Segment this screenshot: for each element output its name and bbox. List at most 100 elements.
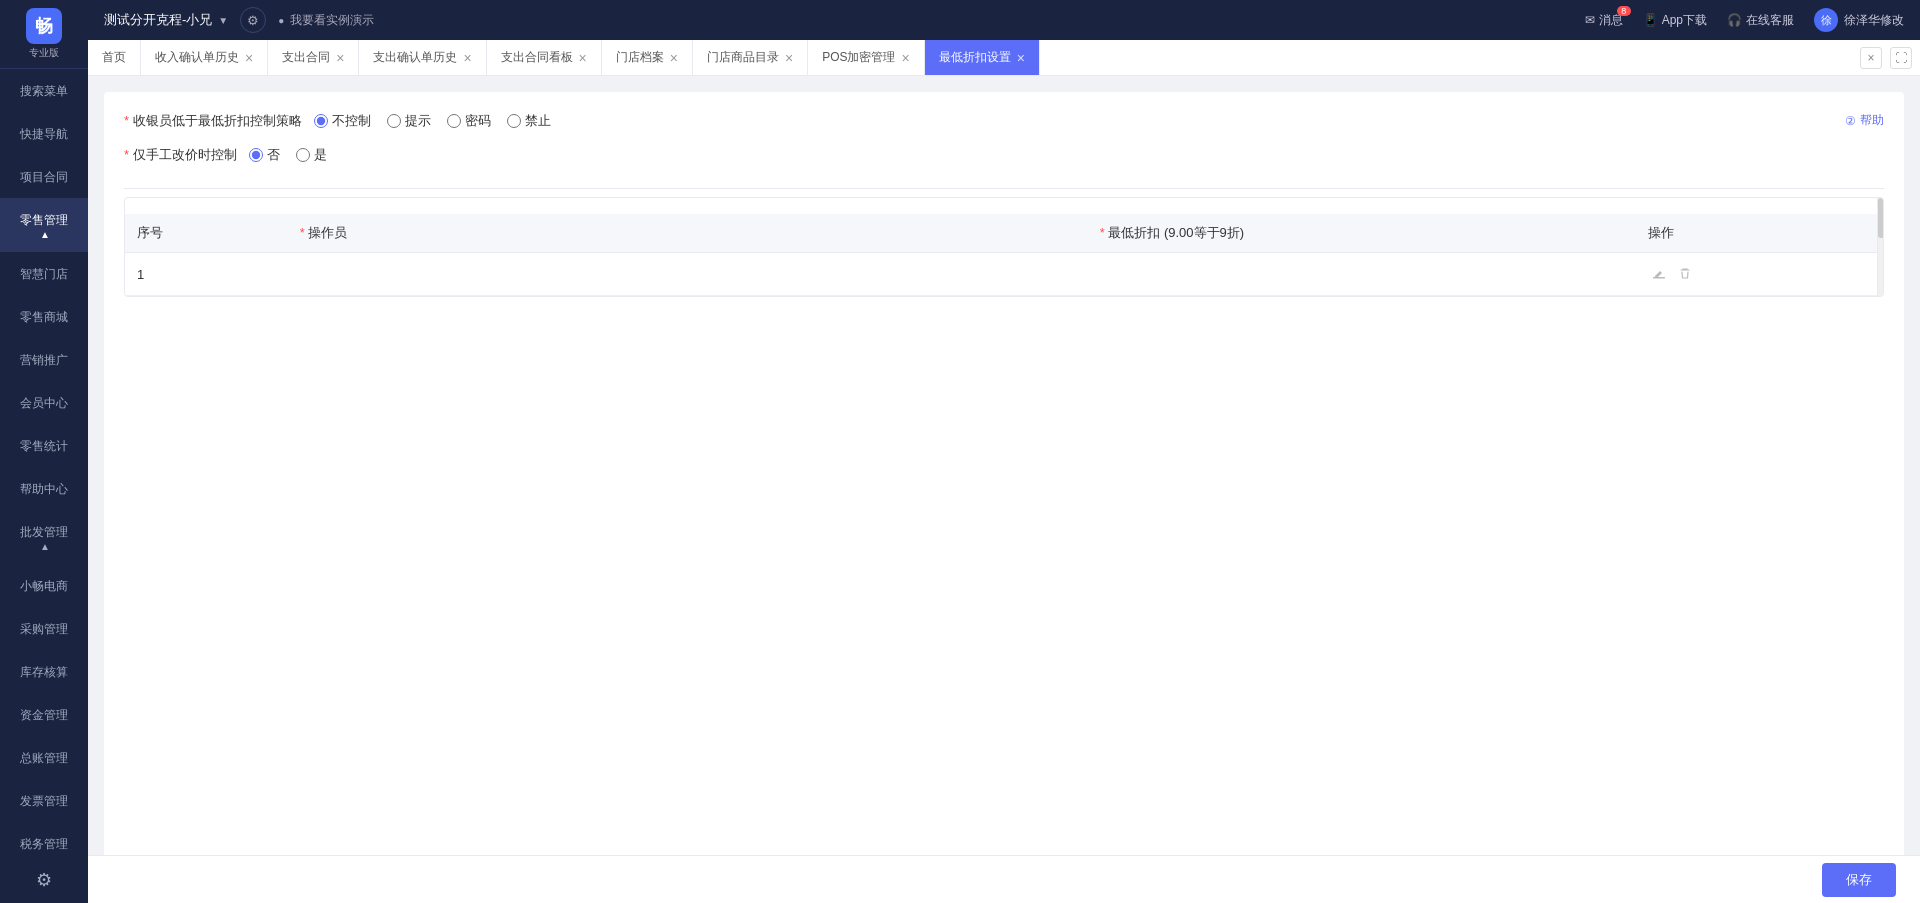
logo-icon: 畅 — [26, 8, 62, 44]
sidebar-item-label-retail-stat: 零售统计 — [20, 438, 68, 455]
discount-policy-radio-group: 不控制 提示 密码 禁止 — [314, 112, 551, 130]
tab-home[interactable]: 首页 — [88, 40, 141, 76]
discount-policy-option-password[interactable]: 密码 — [447, 112, 491, 130]
sidebar-item-shortcut[interactable]: 快捷导航 — [0, 112, 88, 155]
tab-store-goods[interactable]: 门店商品目录 × — [693, 40, 808, 76]
page-card: 收银员低于最低折扣控制策略 不控制提示密码禁止 仅手工改价时控制 否是 ② ② … — [104, 92, 1904, 887]
sidebar-item-project[interactable]: 项目合同 — [0, 155, 88, 198]
tab-payment-board[interactable]: 支出合同看板× — [487, 40, 602, 76]
sidebar-item-purchase[interactable]: 采购管理 — [0, 607, 88, 650]
arrow-down-icon: ▲ — [40, 229, 50, 240]
sidebar-item-label-project: 项目合同 — [20, 169, 68, 186]
app-download-button[interactable]: 📱 App下载 — [1643, 12, 1707, 29]
tab-label-store-goods: 门店商品目录 — [707, 49, 779, 66]
app-icon: 📱 — [1643, 13, 1658, 27]
discount-policy-label-password: 密码 — [465, 112, 491, 130]
manual-control-option-no[interactable]: 否 — [249, 146, 280, 164]
sidebar-item-label-finance: 资金管理 — [20, 707, 68, 724]
messages-badge: 8 — [1617, 6, 1631, 16]
topbar-demo-link[interactable]: 我要看实例演示 — [278, 12, 374, 29]
sidebar-item-invoice[interactable]: 发票管理 — [0, 779, 88, 822]
tab-close-payment-board[interactable]: × — [579, 51, 587, 65]
cell-seq-0: 1 — [125, 253, 288, 296]
close-tab-button[interactable]: × — [1860, 47, 1882, 69]
topbar: 测试分开克程-小兄 ▼ ⚙ 我要看实例演示 ✉ 消息 8 📱 App下载 🎧 在… — [88, 0, 1920, 40]
th-seq: 序号 — [125, 214, 288, 253]
cell-discount-0 — [1088, 253, 1636, 296]
sidebar-item-label-inventory: 库存核算 — [20, 664, 68, 681]
sidebar-item-retail[interactable]: 零售管理▲ — [0, 198, 88, 252]
tab-close-payment-confirm[interactable]: × — [463, 51, 471, 65]
tab-label-payment-confirm: 支出确认单历史 — [373, 49, 457, 66]
th-operator: 操作员 — [288, 214, 1088, 253]
sidebar-item-marketing[interactable]: 营销推广 — [0, 338, 88, 381]
customer-service-button[interactable]: 🎧 在线客服 — [1727, 12, 1794, 29]
manual-control-row: 仅手工改价时控制 否是 — [124, 146, 551, 164]
settings-button[interactable]: ⚙ — [0, 857, 88, 903]
tab-payment-confirm[interactable]: 支出确认单历史 × — [359, 40, 486, 76]
tab-close-store-goods[interactable]: × — [785, 51, 793, 65]
fullscreen-button[interactable]: ⛶ — [1890, 47, 1912, 69]
tab-label-pos-password: POS加密管理 — [822, 49, 895, 66]
sidebar-item-label-search: 搜索菜单 — [20, 83, 68, 100]
sidebar-item-retail-mall[interactable]: 零售商城 — [0, 295, 88, 338]
discount-policy-label-remind: 提示 — [405, 112, 431, 130]
sidebar-item-help[interactable]: 帮助中心 — [0, 467, 88, 510]
sidebar-item-search[interactable]: 搜索菜单 — [0, 69, 88, 112]
edit-row-button-0[interactable] — [1648, 263, 1670, 285]
sidebar-item-batch[interactable]: 批发管理▲ — [0, 510, 88, 564]
tab-close-min-discount[interactable]: × — [1017, 51, 1025, 65]
sidebar-item-accounting[interactable]: 总账管理 — [0, 736, 88, 779]
sidebar-item-label-member: 会员中心 — [20, 395, 68, 412]
topbar-settings-button[interactable]: ⚙ — [240, 7, 266, 33]
sidebar-item-label-accounting: 总账管理 — [20, 750, 68, 767]
table-area: 序号操作员最低折扣 (9.00等于9折)操作 1 — [124, 197, 1884, 297]
sidebar-item-label-tax: 税务管理 — [20, 836, 68, 853]
tab-min-discount[interactable]: 最低折扣设置 × — [925, 40, 1040, 76]
discount-policy-option-forbid[interactable]: 禁止 — [507, 112, 551, 130]
discount-policy-radio-forbid[interactable] — [507, 114, 521, 128]
user-menu[interactable]: 徐 徐泽华修改 — [1814, 8, 1904, 32]
sidebar-item-tax[interactable]: 税务管理 — [0, 822, 88, 857]
tab-income-confirm[interactable]: 收入确认单历史× — [141, 40, 268, 76]
sidebar-item-retail-stat[interactable]: 零售统计 — [0, 424, 88, 467]
messages-button[interactable]: ✉ 消息 8 — [1585, 12, 1623, 29]
discount-policy-radio-remind[interactable] — [387, 114, 401, 128]
tab-close-income-confirm[interactable]: × — [245, 51, 253, 65]
sidebar-item-inventory[interactable]: 库存核算 — [0, 650, 88, 693]
topbar-project[interactable]: 测试分开克程-小兄 ▼ — [104, 11, 228, 29]
cell-operator-0 — [288, 253, 1088, 296]
manual-control-radio-yes[interactable] — [296, 148, 310, 162]
tab-label-min-discount: 最低折扣设置 — [939, 49, 1011, 66]
delete-row-button-0[interactable] — [1674, 263, 1696, 285]
sidebar-item-ecommerce[interactable]: 小畅电商 — [0, 564, 88, 607]
tab-label-payment-contract: 支出合同 — [282, 49, 330, 66]
discount-policy-option-remind[interactable]: 提示 — [387, 112, 431, 130]
tab-close-store-archive[interactable]: × — [670, 51, 678, 65]
tab-pos-password[interactable]: POS加密管理 × — [808, 40, 925, 76]
sidebar-item-smart-store[interactable]: 智慧门店 — [0, 252, 88, 295]
discount-policy-option-no_control[interactable]: 不控制 — [314, 112, 371, 130]
manual-control-label-yes: 是 — [314, 146, 327, 164]
manual-control-label-no: 否 — [267, 146, 280, 164]
user-name: 徐泽华修改 — [1844, 12, 1904, 29]
sidebar-item-label-marketing: 营销推广 — [20, 352, 68, 369]
help-link[interactable]: ② ② 帮助 帮助 — [1845, 112, 1884, 129]
sidebar-item-member[interactable]: 会员中心 — [0, 381, 88, 424]
tab-payment-contract[interactable]: 支出合同 × — [268, 40, 359, 76]
sidebar-item-finance[interactable]: 资金管理 — [0, 693, 88, 736]
manual-control-radio-no[interactable] — [249, 148, 263, 162]
discount-policy-label-forbid: 禁止 — [525, 112, 551, 130]
save-button[interactable]: 保存 — [1822, 863, 1896, 897]
svg-rect-0 — [1653, 277, 1665, 279]
tab-store-archive[interactable]: 门店档案 × — [602, 40, 693, 76]
tabs-bar: 首页收入确认单历史×支出合同×支出确认单历史×支出合同看板×门店档案×门店商品目… — [88, 40, 1920, 76]
page-footer: 保存 — [88, 855, 1920, 903]
tab-label-store-archive: 门店档案 — [616, 49, 664, 66]
manual-control-option-yes[interactable]: 是 — [296, 146, 327, 164]
tab-close-pos-password[interactable]: × — [901, 51, 909, 65]
discount-policy-radio-password[interactable] — [447, 114, 461, 128]
tab-label-home: 首页 — [102, 49, 126, 66]
discount-policy-radio-no_control[interactable] — [314, 114, 328, 128]
tab-close-payment-contract[interactable]: × — [336, 51, 344, 65]
